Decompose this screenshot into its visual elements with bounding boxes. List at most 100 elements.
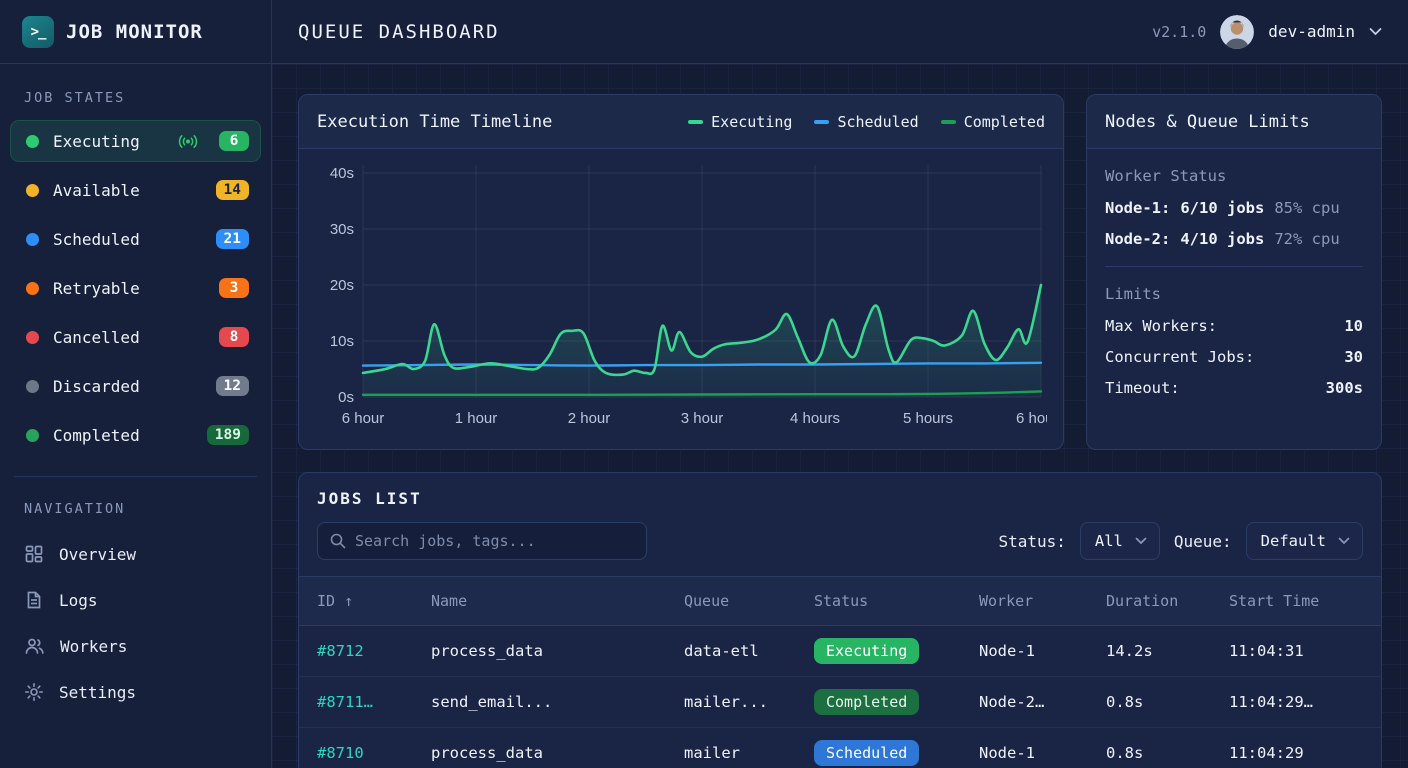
- legend-label: Scheduled: [837, 112, 919, 131]
- job-start-time: 11:04:31: [1229, 642, 1304, 660]
- legend-label: Completed: [963, 112, 1045, 131]
- limits-heading: Limits: [1105, 285, 1161, 303]
- job-start-time: 11:04:29: [1229, 744, 1304, 762]
- legend-color-dash: [940, 119, 956, 124]
- queue-filter-label: Queue:: [1173, 531, 1232, 551]
- table-row[interactable]: #8711… send_email... mailer... Completed Nod…: [299, 677, 1381, 728]
- sidebar-state-scheduled[interactable]: Scheduled 21: [10, 218, 261, 260]
- job-status-cell: Completed: [814, 689, 979, 715]
- limit-value: 10: [1344, 317, 1363, 335]
- job-worker: Node-1: [979, 642, 1035, 660]
- job-states-heading: JOB STATES: [24, 90, 126, 106]
- job-id-link[interactable]: #8711…: [317, 693, 431, 711]
- legend-color-dash: [814, 119, 830, 124]
- sidebar-state-retryable[interactable]: Retryable 3: [10, 267, 261, 309]
- search-icon: [330, 533, 346, 549]
- app-logo-area: >_ JOB MONITOR: [0, 0, 272, 64]
- limit-label: Concurrent Jobs:: [1105, 348, 1255, 366]
- job-name: process_data: [431, 642, 543, 660]
- limit-row: Concurrent Jobs: 30: [1105, 348, 1363, 366]
- search-box[interactable]: [317, 522, 647, 560]
- svg-text:5 hours: 5 hours: [903, 410, 953, 427]
- sidebar-item-overview[interactable]: Overview: [10, 531, 261, 577]
- grid-icon: [24, 544, 44, 564]
- app-title: JOB MONITOR: [66, 20, 203, 43]
- sidebar-state-cancelled[interactable]: Cancelled 8: [10, 316, 261, 358]
- state-count-badge: 3: [219, 278, 249, 298]
- node-cpu-value: 72% cpu: [1274, 230, 1340, 248]
- sidebar-item-logs[interactable]: Logs: [10, 577, 261, 623]
- node-name: Node-1:: [1105, 199, 1171, 217]
- state-label: Retryable: [53, 278, 140, 298]
- legend-item-completed: Completed: [940, 112, 1045, 131]
- state-count-badge: 14: [215, 180, 249, 200]
- svg-text:3 hour: 3 hour: [681, 410, 724, 427]
- limit-value: 300s: [1325, 379, 1363, 397]
- svg-text:10s: 10s: [330, 333, 354, 350]
- live-signal-icon: [177, 134, 199, 149]
- state-count-badge: 12: [215, 376, 249, 396]
- node-jobs-value: 6/10 jobs: [1180, 199, 1265, 217]
- sidebar-state-available[interactable]: Available 14: [10, 169, 261, 211]
- status-filter-label: Status:: [998, 531, 1066, 551]
- job-worker: Node-2…: [979, 693, 1045, 711]
- job-queue: mailer: [684, 744, 740, 762]
- state-label: Scheduled: [53, 229, 140, 249]
- job-id-link[interactable]: #8710: [317, 744, 431, 762]
- user-name[interactable]: dev-admin: [1268, 22, 1355, 41]
- status-filter-select[interactable]: All: [1079, 522, 1160, 560]
- node-jobs-value: 4/10 jobs: [1180, 230, 1265, 248]
- svg-text:0s: 0s: [338, 389, 354, 406]
- sidebar: JOB STATES Executing 6 Available 14 Schedule…: [0, 64, 272, 768]
- queue-filter-select[interactable]: Default: [1245, 522, 1363, 560]
- legend-item-scheduled: Scheduled: [814, 112, 919, 131]
- limit-row: Max Workers: 10: [1105, 317, 1363, 335]
- sidebar-state-discarded[interactable]: Discarded 12: [10, 365, 261, 407]
- nav-item-label: Settings: [59, 682, 137, 702]
- search-input[interactable]: [355, 532, 634, 550]
- limit-row: Timeout: 300s: [1105, 379, 1363, 397]
- column-header-id[interactable]: ID ↑: [317, 592, 431, 610]
- svg-text:40s: 40s: [330, 165, 354, 182]
- jobs-list-card: JOBS LIST Status: All Que: [298, 472, 1382, 768]
- gear-icon: [24, 682, 44, 702]
- worker-status-heading: Worker Status: [1105, 167, 1227, 185]
- chevron-down-icon[interactable]: [1369, 27, 1382, 36]
- state-label: Cancelled: [53, 327, 140, 347]
- job-states-list: Executing 6 Available 14 Scheduled 21 Retryabl…: [10, 120, 261, 456]
- timeline-chart: 0s 10s 20s 30s 40s 6 hour 1 hour 2 hour 3 hour 4 …: [299, 149, 1063, 435]
- state-color-dot: [26, 428, 39, 442]
- jobs-table: ID ↑ Name Queue Status Worker Duration Start T…: [299, 576, 1381, 768]
- sidebar-item-settings[interactable]: Settings: [10, 669, 261, 715]
- table-row[interactable]: #8712 process_data data-etl Executing Node-1…: [299, 626, 1381, 677]
- people-icon: [24, 636, 45, 656]
- job-id-link[interactable]: #8712: [317, 642, 431, 660]
- navigation-list: Overview Logs Workers Settings: [10, 531, 261, 715]
- jobs-table-body: #8712 process_data data-etl Executing Node-1…: [299, 626, 1381, 768]
- document-icon: [24, 590, 44, 610]
- job-duration: 0.8s: [1106, 744, 1144, 762]
- queue-filter-value: Default: [1260, 532, 1326, 550]
- avatar[interactable]: [1220, 14, 1255, 49]
- job-name: process_data: [431, 744, 543, 762]
- legend-label: Executing: [711, 112, 793, 131]
- sidebar-item-workers[interactable]: Workers: [10, 623, 261, 669]
- terminal-icon: >_: [22, 15, 54, 48]
- limits-list: Max Workers: 10 Concurrent Jobs: 30 Timeout:…: [1105, 317, 1363, 397]
- column-header-queue: Queue: [684, 592, 730, 610]
- column-header-starttime: Start Time: [1229, 592, 1320, 610]
- chart-legend: Executing Scheduled Completed: [688, 113, 1045, 131]
- sidebar-state-executing[interactable]: Executing 6: [10, 120, 261, 162]
- state-label: Available: [53, 180, 140, 200]
- state-label: Executing: [53, 131, 140, 151]
- state-color-dot: [26, 379, 39, 393]
- status-badge: Scheduled: [814, 740, 920, 766]
- state-count-badge: 189: [206, 425, 249, 445]
- top-header: QUEUE DASHBOARD v2.1.0 dev-admin: [272, 0, 1408, 64]
- job-worker: Node-1: [979, 744, 1035, 762]
- timeline-chart-svg: 0s 10s 20s 30s 40s 6 hour 1 hour 2 hour 3 hour 4 …: [330, 165, 1063, 427]
- table-row[interactable]: #8710 process_data mailer Scheduled Node-1 0.…: [299, 728, 1381, 768]
- jobs-table-header: ID ↑ Name Queue Status Worker Duration Start T…: [299, 576, 1381, 626]
- svg-text:6 hour: 6 hour: [342, 410, 385, 427]
- sidebar-state-completed[interactable]: Completed 189: [10, 414, 261, 456]
